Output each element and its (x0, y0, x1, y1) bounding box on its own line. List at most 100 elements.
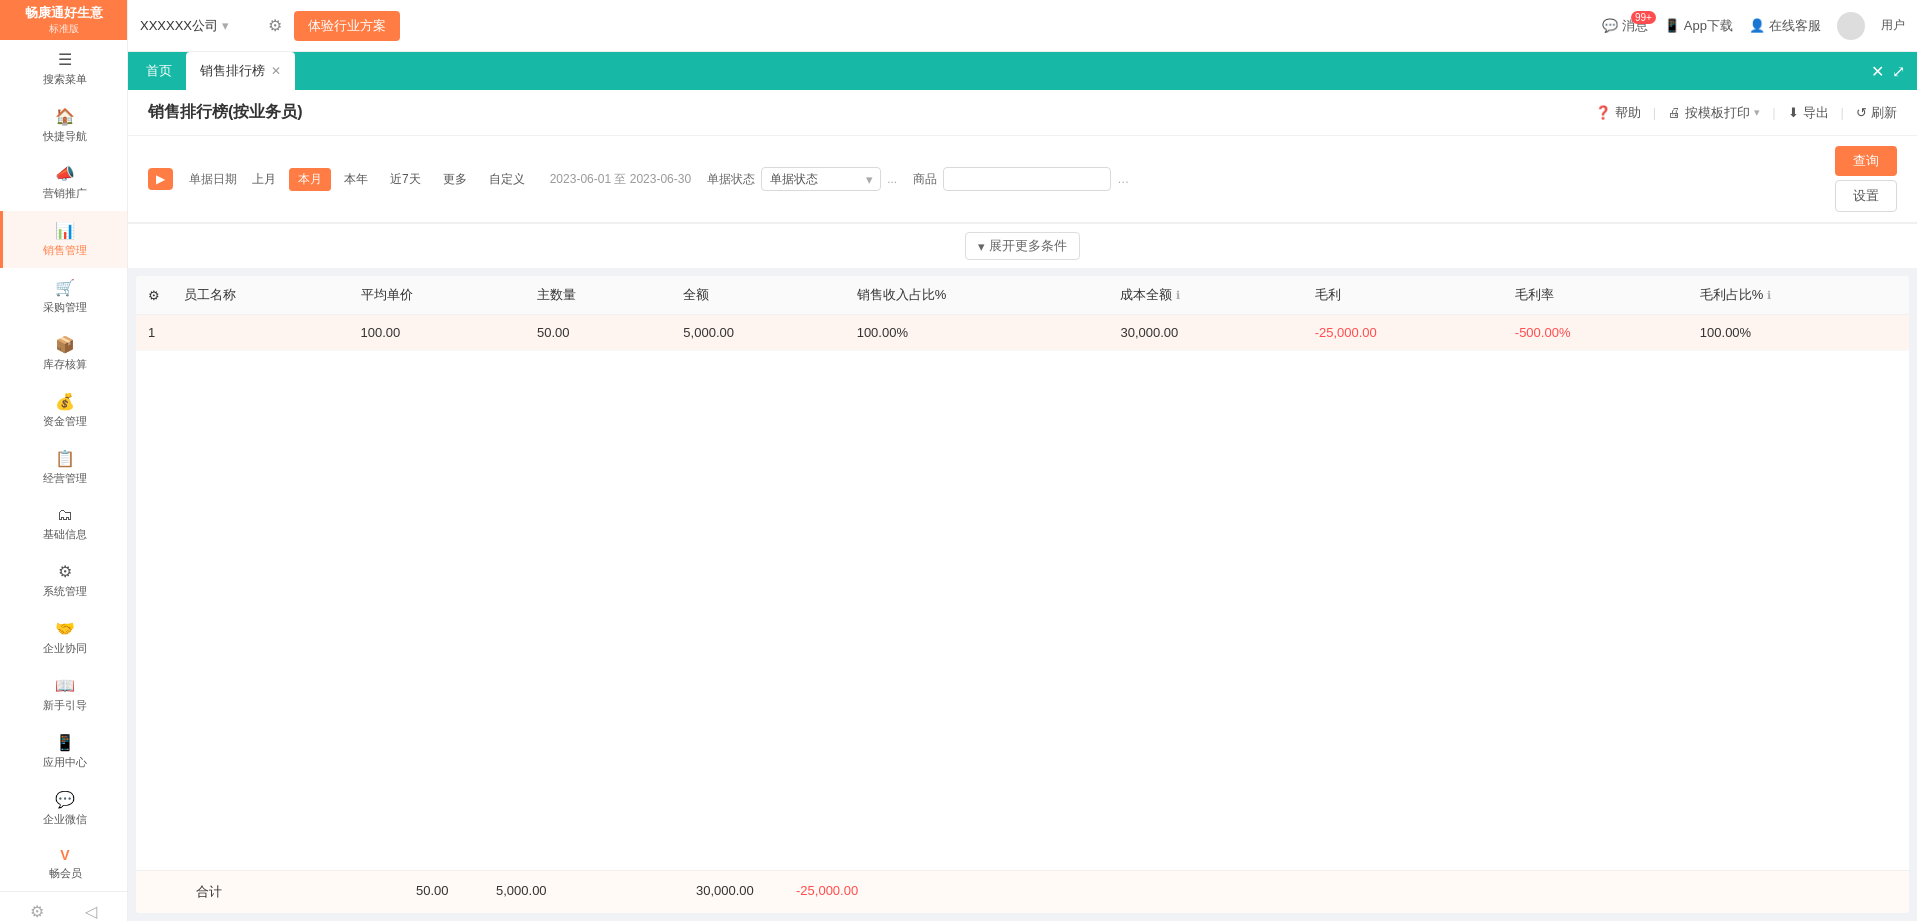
goods-label: 商品 (913, 171, 937, 188)
sidebar-item-app-center[interactable]: 📱 应用中心 (0, 723, 127, 780)
sidebar-item-base-info[interactable]: 🗂 基础信息 (0, 496, 127, 552)
company-dropdown-icon: ▾ (222, 18, 229, 33)
collapse-icon[interactable]: ◁ (85, 902, 97, 921)
online-service-button[interactable]: 👤 在线客服 (1749, 17, 1821, 35)
message-button[interactable]: 💬 消息 99+ (1602, 17, 1648, 35)
settings-bottom-icon[interactable]: ⚙ (30, 902, 44, 921)
expand-conditions-row: ▾ 展开更多条件 (128, 223, 1917, 268)
tab-sales-rank[interactable]: 销售排行榜 ✕ (186, 52, 295, 90)
sidebar-item-operation[interactable]: 📋 经营管理 (0, 439, 127, 496)
app-download-icon: 📱 (1664, 18, 1680, 33)
sidebar-item-enterprise[interactable]: 🤝 企业协同 (0, 609, 127, 666)
cell-cost: 30,000.00 (1108, 315, 1302, 351)
sidebar-item-guide[interactable]: 📖 新手引导 (0, 666, 127, 723)
sidebar-item-finance[interactable]: 💰 资金管理 (0, 382, 127, 439)
sidebar-label: 畅会员 (49, 866, 82, 881)
sidebar-item-member[interactable]: V 畅会员 (0, 837, 127, 891)
sidebar-item-marketing[interactable]: 📣 营销推广 (0, 154, 127, 211)
help-icon: ❓ (1595, 105, 1611, 120)
sidebar-item-purchase[interactable]: 🛒 采购管理 (0, 268, 127, 325)
footer-main-qty: 50.00 (404, 879, 484, 905)
sidebar-item-system[interactable]: ⚙ 系统管理 (0, 552, 127, 609)
avatar[interactable] (1837, 12, 1865, 40)
date-7days[interactable]: 近7天 (381, 168, 430, 191)
status-more-icon[interactable]: ... (887, 172, 897, 186)
sidebar-label: 应用中心 (43, 755, 87, 770)
sidebar-item-search-order[interactable]: ☰ 搜索菜单 (0, 40, 127, 97)
tabbar: 首页 销售排行榜 ✕ ✕ ⤢ (128, 52, 1917, 90)
table-footer: 合计 50.00 5,000.00 30,000.00 -25,000.00 (136, 870, 1909, 913)
window-expand-icon[interactable]: ⤢ (1892, 62, 1905, 81)
date-more[interactable]: 更多 (434, 168, 476, 191)
export-button[interactable]: ⬇ 导出 (1788, 104, 1829, 122)
status-select[interactable]: 单据状态 (761, 167, 881, 191)
table-head: ⚙ 员工名称 平均单价 主数量 全额 (136, 276, 1909, 315)
data-table: ⚙ 员工名称 平均单价 主数量 全额 (136, 276, 1909, 351)
date-buttons: 上月 本月 本年 近7天 更多 自定义 (243, 168, 534, 191)
window-close-icon[interactable]: ✕ (1871, 62, 1884, 81)
guide-icon: 📖 (55, 676, 75, 695)
settings-icon[interactable]: ⚙ (268, 16, 282, 35)
col-gross-rate: 毛利率 (1503, 276, 1688, 315)
template-print-button[interactable]: 🖨 按模板打印 ▾ (1668, 104, 1760, 122)
wechat-icon: 💬 (55, 790, 75, 809)
message-icon: 💬 (1602, 18, 1618, 33)
footer-gross-pct (984, 879, 1084, 905)
sidebar-label: 资金管理 (43, 414, 87, 429)
date-prev-month[interactable]: 上月 (243, 168, 285, 191)
settings-button[interactable]: 设置 (1835, 180, 1897, 212)
tab-home[interactable]: 首页 (132, 52, 186, 90)
sidebar-label: 搜索菜单 (43, 72, 87, 87)
sidebar-label: 采购管理 (43, 300, 87, 315)
refresh-button[interactable]: ↺ 刷新 (1856, 104, 1897, 122)
service-icon: 👤 (1749, 18, 1765, 33)
topbar-right: 💬 消息 99+ 📱 App下载 👤 在线客服 用户 (1602, 12, 1905, 40)
sidebar-label: 销售管理 (43, 243, 87, 258)
date-custom[interactable]: 自定义 (480, 168, 534, 191)
date-filter: 单据日期 上月 本月 本年 近7天 更多 自定义 (189, 168, 534, 191)
sidebar-item-wechat[interactable]: 💬 企业微信 (0, 780, 127, 837)
sidebar-item-inventory[interactable]: 📦 库存核算 (0, 325, 127, 382)
expand-conditions-button[interactable]: ▾ 展开更多条件 (965, 232, 1080, 260)
trial-button[interactable]: 体验行业方案 (294, 11, 400, 41)
app-download-button[interactable]: 📱 App下载 (1664, 17, 1733, 35)
print-icon: 🖨 (1668, 105, 1681, 120)
col-settings[interactable]: ⚙ (136, 276, 172, 315)
tab-close-icon[interactable]: ✕ (271, 64, 281, 78)
sidebar-bottom: ⚙ ◁ (0, 891, 127, 921)
table-body: 1 100.00 50.00 5,000.00 100.00% 30,000.0… (136, 315, 1909, 351)
sidebar: 畅康通好生意 标准版 ☰ 搜索菜单 🏠 快捷导航 📣 营销推广 📊 销售管理 🛒… (0, 0, 128, 921)
goods-more-icon[interactable]: … (1117, 172, 1129, 186)
date-cur-month[interactable]: 本月 (289, 168, 331, 191)
logo-subtitle: 标准版 (49, 22, 79, 36)
footer-amount: 5,000.00 (484, 879, 584, 905)
cell-gross-rate: -500.00% (1503, 315, 1688, 351)
col-gross-pct: 毛利占比% ℹ (1688, 276, 1909, 315)
help-button[interactable]: ❓ 帮助 (1595, 104, 1641, 122)
goods-input[interactable] (943, 167, 1111, 191)
company-selector[interactable]: XXXXXX公司 ▾ (140, 17, 260, 35)
col-gross: 毛利 (1303, 276, 1503, 315)
sidebar-label: 快捷导航 (43, 129, 87, 144)
date-label: 单据日期 (189, 171, 237, 188)
status-filter: 单据状态 单据状态 ... (707, 167, 897, 191)
gross-pct-info-icon[interactable]: ℹ (1767, 289, 1771, 301)
sidebar-item-quick-nav[interactable]: 🏠 快捷导航 (0, 97, 127, 154)
status-select-wrap: 单据状态 (761, 167, 881, 191)
query-button[interactable]: 查询 (1835, 146, 1897, 176)
refresh-icon: ↺ (1856, 105, 1867, 120)
cost-info-icon[interactable]: ℹ (1176, 289, 1180, 301)
filter-toggle-btn[interactable]: ▶ (148, 168, 173, 190)
filter-bar: ▶ 单据日期 上月 本月 本年 近7天 更多 自定义 2023-06-01 至 … (128, 136, 1917, 223)
inventory-icon: 📦 (55, 335, 75, 354)
sidebar-item-sales[interactable]: 📊 销售管理 (0, 211, 127, 268)
base-info-icon: 🗂 (57, 506, 73, 524)
cell-gross-pct: 100.00% (1688, 315, 1909, 351)
footer-empty (148, 879, 184, 905)
user-name: 用户 (1881, 17, 1905, 34)
col-amount: 全额 (671, 276, 844, 315)
service-label: 在线客服 (1769, 17, 1821, 35)
tab-sales-rank-label: 销售排行榜 (200, 62, 265, 80)
menu-icon: ☰ (58, 50, 72, 69)
date-year[interactable]: 本年 (335, 168, 377, 191)
